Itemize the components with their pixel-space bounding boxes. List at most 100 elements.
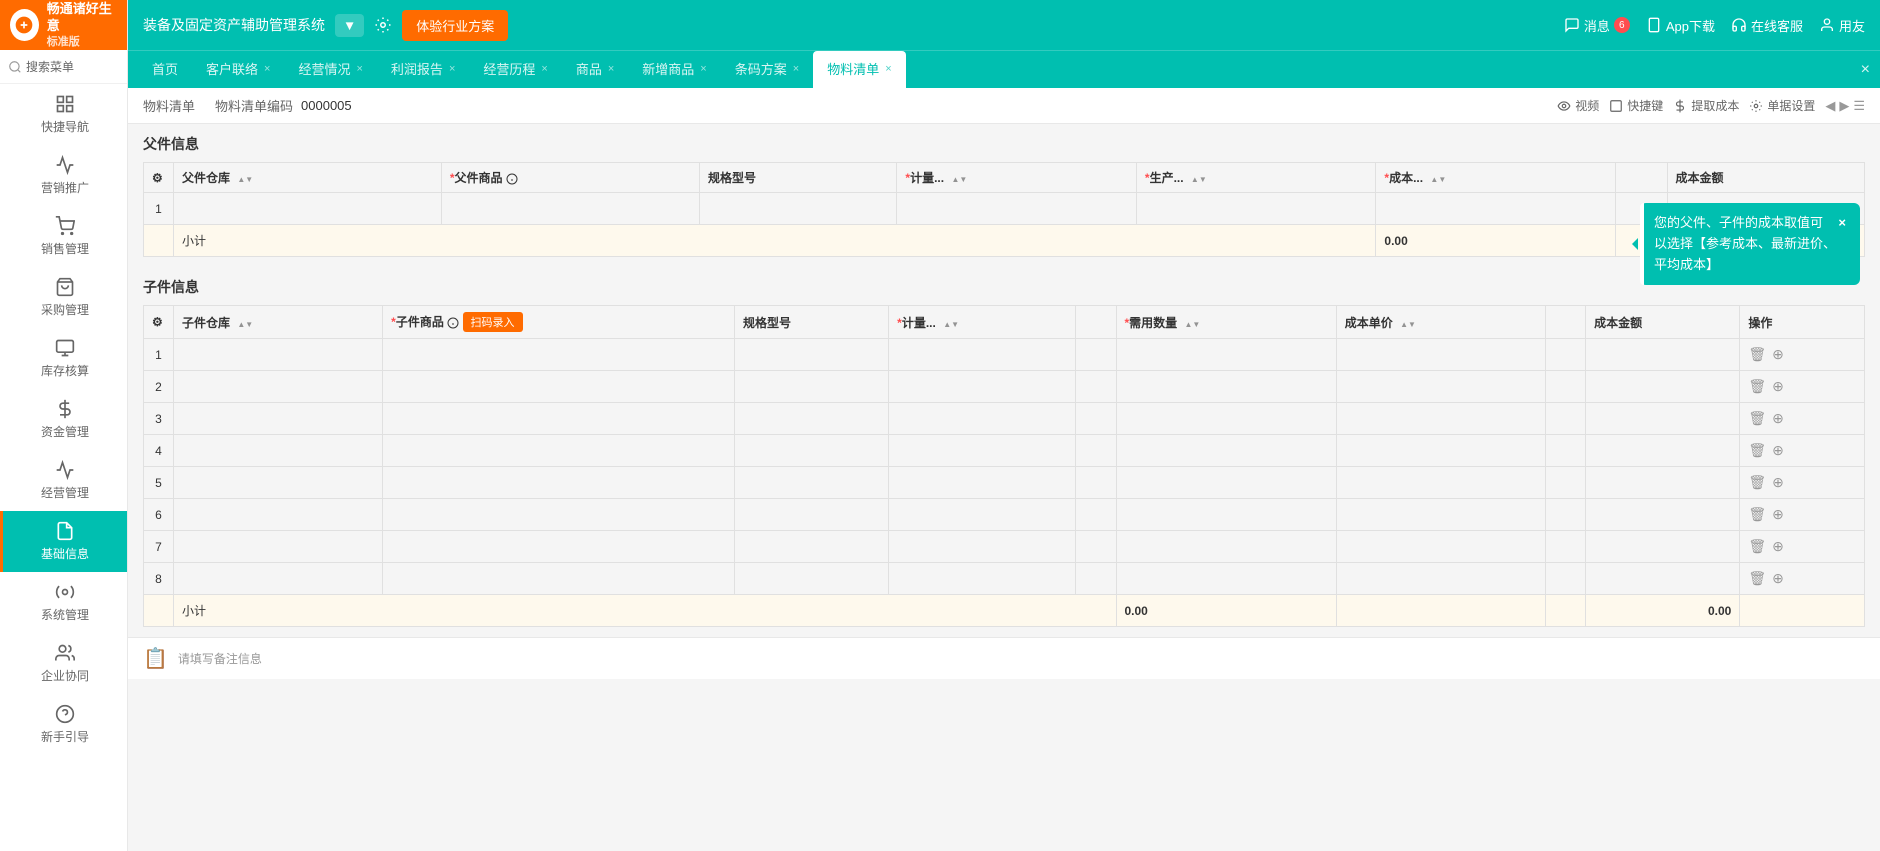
sort-cost[interactable]: ▲▼: [1430, 175, 1446, 184]
child-warehouse-7[interactable]: [174, 531, 383, 563]
next-arrow[interactable]: ▶: [1839, 98, 1849, 114]
copy-icon-5[interactable]: ⊕: [1772, 474, 1784, 491]
app-download-item[interactable]: App下载: [1646, 16, 1715, 35]
tab-home[interactable]: 首页: [138, 51, 192, 88]
child-spec-7[interactable]: [734, 531, 888, 563]
child-product-2[interactable]: [383, 371, 735, 403]
child-qty-5[interactable]: [1116, 467, 1336, 499]
child-qty-7[interactable]: [1116, 531, 1336, 563]
child-warehouse-2[interactable]: [174, 371, 383, 403]
child-spec-6[interactable]: [734, 499, 888, 531]
copy-icon-7[interactable]: ⊕: [1772, 538, 1784, 555]
copy-icon-2[interactable]: ⊕: [1772, 378, 1784, 395]
parent-spec-1[interactable]: [699, 193, 896, 225]
child-unit-8[interactable]: [889, 563, 1076, 595]
tab-goods[interactable]: 商品 ×: [562, 51, 628, 88]
sort-unit[interactable]: ▲▼: [951, 175, 967, 184]
child-unit-cost-4[interactable]: [1336, 435, 1545, 467]
close-all-tabs[interactable]: ×: [1861, 61, 1870, 79]
copy-icon-4[interactable]: ⊕: [1772, 442, 1784, 459]
child-qty-6[interactable]: [1116, 499, 1336, 531]
settings-icon[interactable]: [374, 16, 392, 34]
tab-close-history[interactable]: ×: [541, 63, 547, 75]
sidebar-item-system[interactable]: 系统管理: [0, 572, 127, 633]
sidebar-item-finance[interactable]: 资金管理: [0, 389, 127, 450]
child-product-1[interactable]: [383, 339, 735, 371]
child-th-settings[interactable]: ⚙: [144, 306, 174, 339]
note-placeholder[interactable]: 请填写备注信息: [178, 650, 262, 667]
parent-unit-1[interactable]: [897, 193, 1136, 225]
child-warehouse-4[interactable]: [174, 435, 383, 467]
scan-btn[interactable]: 扫码录入: [463, 312, 523, 332]
tab-bom[interactable]: 物料清单 ×: [813, 51, 905, 88]
child-unit-1[interactable]: [889, 339, 1076, 371]
copy-icon-8[interactable]: ⊕: [1772, 570, 1784, 587]
child-warehouse-3[interactable]: [174, 403, 383, 435]
child-sort-unit-cost[interactable]: ▲▼: [1400, 320, 1416, 329]
delete-icon-4[interactable]: 🗑: [1748, 442, 1766, 459]
parent-warehouse-1[interactable]: [174, 193, 442, 225]
child-spec-1[interactable]: [734, 339, 888, 371]
child-product-6[interactable]: [383, 499, 735, 531]
parent-product-1[interactable]: [441, 193, 699, 225]
shortcut-btn[interactable]: 快捷键: [1609, 97, 1663, 114]
child-sort-unit[interactable]: ▲▼: [943, 320, 959, 329]
child-unit-6[interactable]: [889, 499, 1076, 531]
delete-icon-8[interactable]: 🗑: [1748, 570, 1766, 587]
child-warehouse-6[interactable]: [174, 499, 383, 531]
child-unit-cost-1[interactable]: [1336, 339, 1545, 371]
breadcrumb-bom[interactable]: 物料清单: [143, 96, 195, 115]
child-unit-2[interactable]: [889, 371, 1076, 403]
sidebar-item-marketing[interactable]: 营销推广: [0, 145, 127, 206]
tab-close-profit[interactable]: ×: [449, 63, 455, 75]
child-sort-qty[interactable]: ▲▼: [1185, 320, 1201, 329]
child-product-7[interactable]: [383, 531, 735, 563]
tab-profit[interactable]: 利润报告 ×: [377, 51, 469, 88]
online-service-item[interactable]: 在线客服: [1731, 16, 1803, 35]
child-qty-1[interactable]: [1116, 339, 1336, 371]
settings-btn[interactable]: 单据设置: [1749, 97, 1815, 114]
child-qty-3[interactable]: [1116, 403, 1336, 435]
child-unit-3[interactable]: [889, 403, 1076, 435]
sidebar-item-inventory[interactable]: 库存核算: [0, 328, 127, 389]
cost-btn[interactable]: 提取成本: [1673, 97, 1739, 114]
child-warehouse-8[interactable]: [174, 563, 383, 595]
copy-icon-1[interactable]: ⊕: [1772, 346, 1784, 363]
user-item[interactable]: 用友: [1819, 16, 1865, 35]
child-qty-8[interactable]: [1116, 563, 1336, 595]
child-spec-8[interactable]: [734, 563, 888, 595]
trial-btn[interactable]: 体验行业方案: [402, 10, 508, 41]
child-unit-cost-3[interactable]: [1336, 403, 1545, 435]
child-product-5[interactable]: [383, 467, 735, 499]
tab-close-barcode[interactable]: ×: [793, 63, 799, 75]
tooltip-close-btn[interactable]: ×: [1838, 213, 1846, 234]
sort-warehouse[interactable]: ▲▼: [237, 175, 253, 184]
sidebar-item-nav[interactable]: 快捷导航: [0, 84, 127, 145]
parent-cost-1[interactable]: [1376, 193, 1615, 225]
child-unit-cost-7[interactable]: [1336, 531, 1545, 563]
search-menu[interactable]: 搜索菜单: [0, 50, 127, 84]
child-unit-4[interactable]: [889, 435, 1076, 467]
delete-icon-7[interactable]: 🗑: [1748, 538, 1766, 555]
delete-icon-2[interactable]: 🗑: [1748, 378, 1766, 395]
delete-icon-3[interactable]: 🗑: [1748, 410, 1766, 427]
child-unit-cost-6[interactable]: [1336, 499, 1545, 531]
view-btn[interactable]: 视频: [1557, 97, 1599, 114]
child-spec-4[interactable]: [734, 435, 888, 467]
parent-th-settings[interactable]: ⚙: [144, 163, 174, 193]
sidebar-item-sales[interactable]: 销售管理: [0, 206, 127, 267]
child-unit-cost-2[interactable]: [1336, 371, 1545, 403]
tab-customer[interactable]: 客户联络 ×: [192, 51, 284, 88]
tab-barcode[interactable]: 条码方案 ×: [721, 51, 813, 88]
sidebar-item-purchase[interactable]: 采购管理: [0, 267, 127, 328]
child-unit-cost-5[interactable]: [1336, 467, 1545, 499]
child-sort-warehouse[interactable]: ▲▼: [237, 320, 253, 329]
copy-icon-6[interactable]: ⊕: [1772, 506, 1784, 523]
prev-arrow[interactable]: ◀: [1825, 98, 1835, 114]
child-warehouse-5[interactable]: [174, 467, 383, 499]
sidebar-item-management[interactable]: 经营管理: [0, 450, 127, 511]
tab-close-goods[interactable]: ×: [608, 63, 614, 75]
tab-new-goods[interactable]: 新增商品 ×: [628, 51, 720, 88]
menu-icon[interactable]: ☰: [1853, 98, 1865, 114]
tab-close-customer[interactable]: ×: [264, 63, 270, 75]
